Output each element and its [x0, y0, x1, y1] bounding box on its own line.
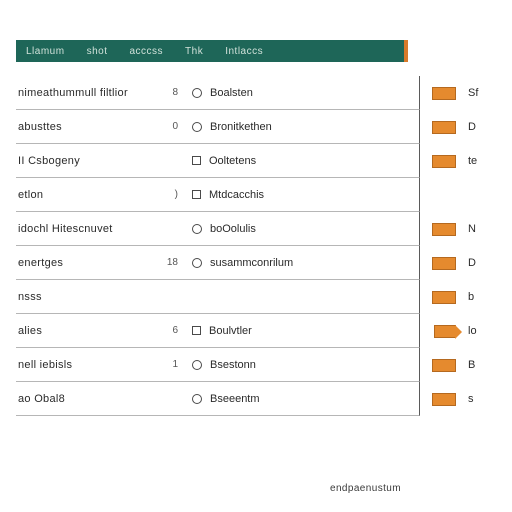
row-label: etlon	[16, 178, 160, 212]
row-index	[160, 212, 182, 246]
row-index: 0	[160, 110, 182, 144]
row-tail-text: s	[460, 382, 504, 416]
radio-icon[interactable]	[192, 360, 202, 370]
table-row: etlon) Mtdcacchis	[16, 178, 496, 212]
radio-icon[interactable]	[192, 88, 202, 98]
status-block-icon	[432, 121, 456, 134]
header-col-b: shot	[87, 46, 108, 57]
header-col-e: Intlaccs	[225, 46, 263, 57]
row-value-cell: Bronitkethen	[182, 110, 420, 144]
row-indicator-cell	[420, 348, 460, 382]
status-block-icon	[432, 393, 456, 406]
row-tail-text: Sf	[460, 76, 504, 110]
row-tail-text: D	[460, 110, 504, 144]
spreadsheet-panel: Llamum shot acccss Thk Intlaccs nimeathu…	[0, 0, 512, 512]
row-value-cell: Bsestonn	[182, 348, 420, 382]
row-index	[160, 382, 182, 416]
status-block-icon	[432, 87, 456, 100]
row-value-text: Ooltetens	[209, 155, 256, 167]
checkbox-icon[interactable]	[192, 156, 201, 165]
row-tail-text: lo	[460, 314, 504, 348]
row-value-cell: Mtdcacchis	[182, 178, 420, 212]
radio-icon[interactable]	[192, 394, 202, 404]
row-indicator-cell	[420, 110, 460, 144]
row-indicator-cell	[420, 246, 460, 280]
status-block-icon	[432, 359, 456, 372]
row-index: )	[160, 178, 182, 212]
row-value-cell: Bseeentm	[182, 382, 420, 416]
row-label: idochl Hitescnuvet	[16, 212, 160, 246]
row-value-cell: Boalsten	[182, 76, 420, 110]
row-tail-text: N	[460, 212, 504, 246]
row-indicator-cell	[420, 280, 460, 314]
row-value-cell: susammconrilum	[182, 246, 420, 280]
row-label: enertges	[16, 246, 160, 280]
row-value-text: Boulvtler	[209, 325, 252, 337]
status-arrow-icon	[434, 325, 456, 338]
table-row: enertges18susammconrilumD	[16, 246, 496, 280]
row-tail-text: B	[460, 348, 504, 382]
header-col-a: Llamum	[26, 46, 65, 57]
row-value-cell: Boulvtler	[182, 314, 420, 348]
row-index	[160, 280, 182, 314]
radio-icon[interactable]	[192, 224, 202, 234]
row-value-text: Bseeentm	[210, 393, 260, 405]
status-block-icon	[432, 257, 456, 270]
row-index: 1	[160, 348, 182, 382]
row-label: nsss	[16, 280, 160, 314]
row-tail-text: D	[460, 246, 504, 280]
table-row: II CsbogenyOoltetenste	[16, 144, 496, 178]
table-row: alies6Boulvtlerlo	[16, 314, 496, 348]
radio-icon[interactable]	[192, 258, 202, 268]
data-table: nimeathummull filtlior8BoalstenSfabustte…	[16, 76, 496, 416]
row-value-text: Bsestonn	[210, 359, 256, 371]
row-label: abusttes	[16, 110, 160, 144]
row-index	[160, 144, 182, 178]
table-row: nimeathummull filtlior8BoalstenSf	[16, 76, 496, 110]
row-value-cell	[182, 280, 420, 314]
row-value-text: Boalsten	[210, 87, 253, 99]
row-indicator-cell	[420, 314, 460, 348]
row-index: 8	[160, 76, 182, 110]
row-tail-text: te	[460, 144, 504, 178]
row-label: alies	[16, 314, 160, 348]
table-row: idochl HitescnuvetboOolulisN	[16, 212, 496, 246]
checkbox-icon[interactable]	[192, 326, 201, 335]
status-block-icon	[432, 155, 456, 168]
row-label: ao Obal8	[16, 382, 160, 416]
table-row: nell iebisls1BsestonnB	[16, 348, 496, 382]
row-value-cell: boOolulis	[182, 212, 420, 246]
status-block-icon	[432, 291, 456, 304]
row-label: nimeathummull filtlior	[16, 76, 160, 110]
row-indicator-cell	[420, 76, 460, 110]
header-col-d: Thk	[185, 46, 203, 57]
row-index: 18	[160, 246, 182, 280]
status-block-icon	[432, 223, 456, 236]
table-row: ao Obal8Bseeentms	[16, 382, 496, 416]
row-indicator-cell	[420, 178, 460, 212]
row-tail-text: b	[460, 280, 504, 314]
row-value-text: Bronitkethen	[210, 121, 272, 133]
row-value-cell: Ooltetens	[182, 144, 420, 178]
row-index: 6	[160, 314, 182, 348]
row-label: II Csbogeny	[16, 144, 160, 178]
row-value-text: susammconrilum	[210, 257, 293, 269]
header-col-c: acccss	[129, 46, 163, 57]
footnote-text: endpaenustum	[330, 483, 401, 494]
checkbox-icon[interactable]	[192, 190, 201, 199]
row-label: nell iebisls	[16, 348, 160, 382]
radio-icon[interactable]	[192, 122, 202, 132]
table-row: abusttes0BronitkethenD	[16, 110, 496, 144]
table-row: nsssb	[16, 280, 496, 314]
row-indicator-cell	[420, 144, 460, 178]
header-bar: Llamum shot acccss Thk Intlaccs	[16, 40, 408, 62]
row-value-text: Mtdcacchis	[209, 189, 264, 201]
row-tail-text	[460, 178, 504, 212]
row-value-text: boOolulis	[210, 223, 256, 235]
row-indicator-cell	[420, 382, 460, 416]
row-indicator-cell	[420, 212, 460, 246]
